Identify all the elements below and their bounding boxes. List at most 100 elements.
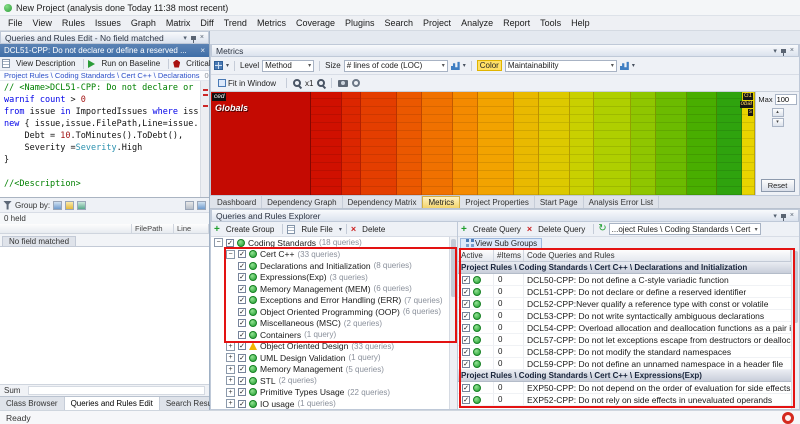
query-list-scrollbar[interactable] bbox=[791, 249, 799, 409]
checkbox-checked-icon[interactable]: ✓ bbox=[462, 348, 470, 356]
chevron-down-icon[interactable]: ▾ bbox=[183, 34, 187, 42]
column-main[interactable] bbox=[0, 224, 132, 233]
tree-item-uml-design-validation[interactable]: +✓UML Design Validation(1 query) bbox=[211, 352, 449, 364]
menu-item-report[interactable]: Report bbox=[498, 17, 535, 29]
treemap-cell[interactable] bbox=[361, 92, 398, 195]
checkbox-checked-icon[interactable]: ✓ bbox=[462, 276, 470, 284]
doc-tab-dependency-matrix[interactable]: Dependency Matrix bbox=[343, 196, 423, 208]
treemap-cell[interactable] bbox=[397, 92, 422, 195]
treemap-cell[interactable] bbox=[311, 92, 342, 195]
results-tab-class-browser[interactable]: Class Browser bbox=[0, 397, 65, 410]
menu-item-matrix[interactable]: Matrix bbox=[161, 17, 196, 29]
checkbox-checked-icon[interactable]: ✓ bbox=[238, 400, 246, 408]
sort-icon[interactable] bbox=[65, 201, 74, 210]
doc-tab-metrics[interactable]: Metrics bbox=[422, 196, 460, 208]
treemap-cell[interactable] bbox=[656, 92, 687, 195]
checkbox-checked-icon[interactable]: ✓ bbox=[238, 308, 246, 316]
doc-tab-dependency-graph[interactable]: Dependency Graph bbox=[262, 196, 342, 208]
expander-icon[interactable]: − bbox=[214, 238, 223, 247]
refresh-icon[interactable]: ↻ bbox=[598, 224, 606, 234]
filter-icon[interactable] bbox=[3, 201, 12, 210]
menu-item-tools[interactable]: Tools bbox=[535, 17, 566, 29]
rules-group-header[interactable]: Project Rules \ Coding Standards \ Cert … bbox=[458, 262, 791, 274]
checkbox-checked-icon[interactable]: ✓ bbox=[238, 354, 246, 362]
results-tab-queries-and-rules-edit[interactable]: Queries and Rules Edit bbox=[65, 397, 160, 410]
treemap-cell[interactable] bbox=[717, 92, 742, 195]
checkbox-checked-icon[interactable]: ✓ bbox=[238, 342, 246, 350]
tree-item-object-oriented-design[interactable]: +✓Object Oriented Design(33 queries) bbox=[211, 341, 449, 353]
treemap-cell[interactable] bbox=[342, 92, 361, 195]
rule-row[interactable]: ✓0DCL58-CPP: Do not modify the standard … bbox=[458, 346, 791, 358]
treemap[interactable]: ced Globals G1obals bbox=[211, 92, 755, 195]
checkbox-checked-icon[interactable]: ✓ bbox=[226, 239, 234, 247]
expander-icon[interactable]: − bbox=[226, 250, 235, 259]
breadcrumb-path[interactable]: Project Rules \ Coding Standards \ Cert … bbox=[4, 71, 200, 80]
pin-icon[interactable] bbox=[781, 214, 786, 218]
checkbox-checked-icon[interactable]: ✓ bbox=[462, 396, 470, 404]
reset-button[interactable]: Reset bbox=[761, 179, 795, 192]
expander-icon[interactable]: + bbox=[226, 342, 235, 351]
treemap-cell[interactable] bbox=[570, 92, 595, 195]
spin-down-button[interactable]: ▾ bbox=[772, 118, 784, 127]
treemap-cell[interactable] bbox=[422, 92, 453, 195]
treemap-region-globals[interactable]: ced Globals bbox=[211, 92, 311, 195]
menu-item-metrics[interactable]: Metrics bbox=[252, 17, 291, 29]
spin-up-button[interactable]: ▴ bbox=[772, 108, 784, 117]
zoom-out-icon[interactable] bbox=[293, 79, 301, 87]
treemap-cell[interactable] bbox=[687, 92, 718, 195]
tree-item-memory-management[interactable]: +✓Memory Management(5 queries) bbox=[211, 364, 449, 376]
checkbox-checked-icon[interactable]: ✓ bbox=[462, 384, 470, 392]
checkbox-checked-icon[interactable]: ✓ bbox=[238, 365, 246, 373]
max-input[interactable] bbox=[775, 94, 797, 105]
menu-item-issues[interactable]: Issues bbox=[90, 17, 126, 29]
checkbox-checked-icon[interactable]: ✓ bbox=[238, 377, 246, 385]
tree-item-miscellaneous-msc[interactable]: ✓Miscellaneous (MSC)(2 queries) bbox=[211, 318, 449, 330]
chevron-down-icon[interactable]: ▾ bbox=[463, 62, 466, 69]
tree-item-stl[interactable]: +✓STL(2 queries) bbox=[211, 375, 449, 387]
menu-item-plugins[interactable]: Plugins bbox=[340, 17, 380, 29]
column-line[interactable]: Line bbox=[174, 224, 209, 233]
menu-item-project[interactable]: Project bbox=[418, 17, 456, 29]
close-icon[interactable]: × bbox=[200, 46, 205, 55]
menu-item-coverage[interactable]: Coverage bbox=[291, 17, 340, 29]
create-query-button[interactable]: Create Query bbox=[469, 223, 525, 235]
rules-group-header[interactable]: Project Rules \ Coding Standards \ Cert … bbox=[458, 370, 791, 382]
create-group-button[interactable]: Create Group bbox=[222, 223, 278, 235]
code-scrollbar[interactable] bbox=[200, 81, 209, 197]
zoom-level[interactable]: x1 bbox=[305, 79, 313, 88]
menu-item-help[interactable]: Help bbox=[566, 17, 595, 29]
pin-icon[interactable] bbox=[191, 36, 196, 40]
chevron-down-icon[interactable]: ▾ bbox=[773, 212, 777, 220]
doc-tab-project-properties[interactable]: Project Properties bbox=[460, 196, 535, 208]
expander-icon[interactable]: + bbox=[226, 399, 235, 408]
view-sub-groups-button[interactable]: View Sub Groups bbox=[460, 238, 542, 249]
view-description-button[interactable]: View Description bbox=[12, 58, 79, 70]
rule-row[interactable]: ✓0DCL53-CPP: Do not write syntactically … bbox=[458, 310, 791, 322]
tree-item-exceptions-and-error-handling-err[interactable]: ✓Exceptions and Error Handling (ERR)(7 q… bbox=[211, 295, 449, 307]
close-icon[interactable]: × bbox=[790, 212, 794, 219]
doc-tab-analysis-error-list[interactable]: Analysis Error List bbox=[584, 196, 659, 208]
chevron-down-icon[interactable]: ▾ bbox=[226, 62, 229, 69]
rule-row[interactable]: ✓0EXP52-CPP: Do not rely on side effects… bbox=[458, 394, 791, 406]
rule-row[interactable]: ✓0DCL50-CPP: Do not define a C-style var… bbox=[458, 274, 791, 286]
treemap-cell[interactable] bbox=[514, 92, 539, 195]
tree-item-primitive-types-usage[interactable]: +✓Primitive Types Usage(22 queries) bbox=[211, 387, 449, 399]
chevron-down-icon[interactable]: ▾ bbox=[632, 62, 635, 69]
menu-item-search[interactable]: Search bbox=[380, 17, 419, 29]
run-on-baseline-button[interactable]: Run on Baseline bbox=[97, 58, 164, 70]
menu-item-rules[interactable]: Rules bbox=[57, 17, 90, 29]
camera-icon[interactable] bbox=[338, 80, 348, 87]
menu-item-diff[interactable]: Diff bbox=[195, 17, 218, 29]
expand-results-icon[interactable] bbox=[77, 201, 86, 210]
checkbox-checked-icon[interactable]: ✓ bbox=[238, 262, 246, 270]
checkbox-checked-icon[interactable]: ✓ bbox=[238, 285, 246, 293]
checkbox-checked-icon[interactable]: ✓ bbox=[238, 319, 246, 327]
checkbox-checked-icon[interactable]: ✓ bbox=[462, 300, 470, 308]
export-icon[interactable] bbox=[185, 201, 194, 210]
level-select[interactable]: Method ▾ bbox=[262, 60, 314, 72]
close-icon[interactable]: × bbox=[200, 34, 204, 41]
checkbox-checked-icon[interactable]: ✓ bbox=[462, 288, 470, 296]
color-select[interactable]: Maintainability ▾ bbox=[505, 60, 617, 72]
group-columns-icon[interactable] bbox=[53, 201, 62, 210]
doc-tab-dashboard[interactable]: Dashboard bbox=[212, 196, 262, 208]
